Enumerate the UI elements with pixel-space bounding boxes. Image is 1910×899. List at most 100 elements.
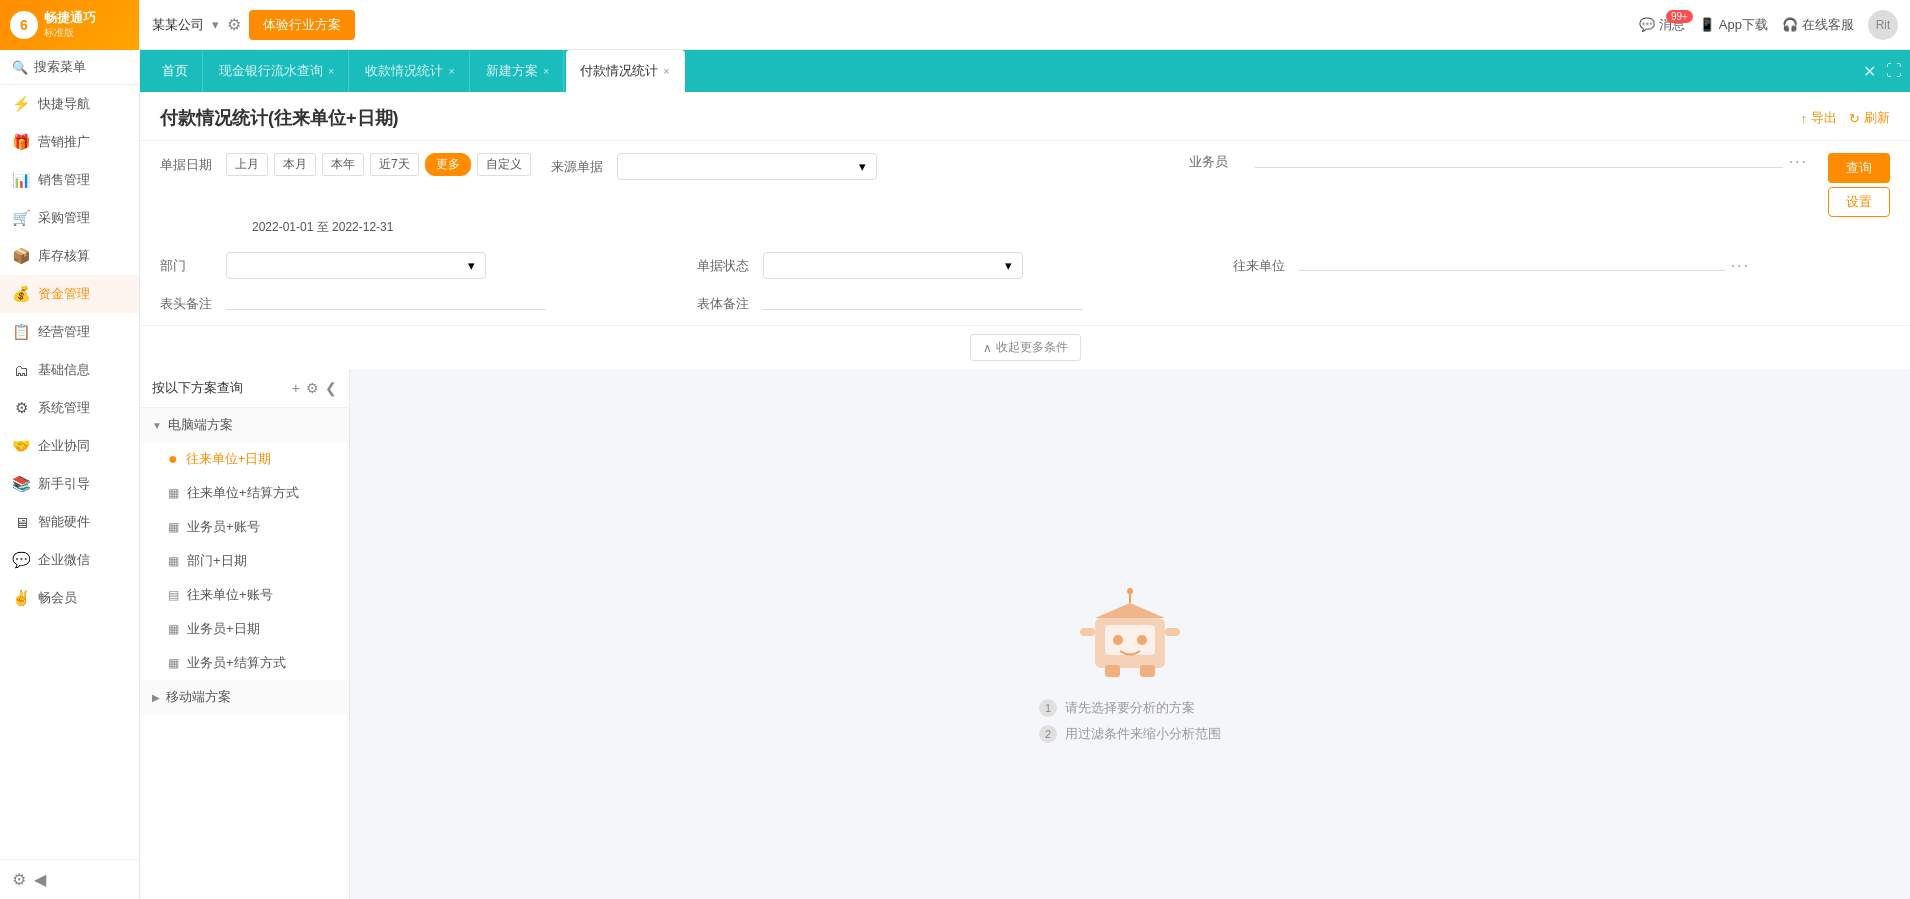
company-name: 某某公司 (152, 16, 204, 34)
refresh-btn[interactable]: ↻ 刷新 (1849, 109, 1890, 127)
scheme-item-icon-1: ▦ (168, 486, 179, 500)
scheme-item-4[interactable]: ▤ 往来单位+账号 (140, 578, 349, 612)
collapse-sidebar-icon[interactable]: ◀ (34, 870, 46, 889)
sidebar-item-system[interactable]: ⚙ 系统管理 (0, 389, 139, 427)
result-area: 1 请先选择要分析的方案 2 用过滤条件来缩小分析范围 (350, 369, 1910, 899)
logo-icon: 6 (10, 11, 38, 39)
system-icon: ⚙ (12, 399, 30, 417)
export-btn[interactable]: ↑ 导出 (1801, 109, 1838, 127)
salesman-more-icon[interactable]: ··· (1789, 153, 1808, 171)
scheme-item-5[interactable]: ▦ 业务员+日期 (140, 612, 349, 646)
sidebar-label-inventory: 库存核算 (38, 247, 90, 265)
svg-rect-10 (1140, 665, 1155, 677)
sidebar-search[interactable]: 🔍 搜索菜单 (0, 50, 139, 85)
tab-bank-flow-close[interactable]: × (328, 65, 334, 77)
scheme-item-6[interactable]: ▦ 业务员+结算方式 (140, 646, 349, 680)
company-dropdown-icon[interactable]: ▾ (212, 17, 219, 32)
sidebar-item-wechat[interactable]: 💬 企业微信 (0, 541, 139, 579)
tab-fullscreen-icon[interactable]: ⛶ (1886, 62, 1902, 81)
sidebar-item-operation[interactable]: 📋 经营管理 (0, 313, 139, 351)
sidebar-item-purchase[interactable]: 🛒 采购管理 (0, 199, 139, 237)
query-btn[interactable]: 查询 (1828, 153, 1890, 183)
tab-close-all-icon[interactable]: ✕ (1863, 62, 1876, 81)
scheme-item-1[interactable]: ▦ 往来单位+结算方式 (140, 476, 349, 510)
voucher-status-select[interactable]: ▾ (763, 252, 1023, 279)
date-btn-7days[interactable]: 近7天 (370, 153, 419, 176)
guide-icon: 📚 (12, 475, 30, 493)
trial-btn[interactable]: 体验行业方案 (249, 10, 355, 40)
date-btn-this-year[interactable]: 本年 (322, 153, 364, 176)
online-service-btn[interactable]: 🎧 在线客服 (1782, 16, 1854, 34)
sidebar-item-guide[interactable]: 📚 新手引导 (0, 465, 139, 503)
sidebar-label-system: 系统管理 (38, 399, 90, 417)
notification-icon: 💬 (1639, 17, 1655, 32)
sidebar-item-inventory[interactable]: 📦 库存核算 (0, 237, 139, 275)
source-select[interactable]: ▾ (617, 153, 877, 180)
tab-pay-stat[interactable]: 付款情况统计 × (566, 50, 684, 92)
settings-footer-icon[interactable]: ⚙ (12, 870, 26, 889)
collapse-conditions-btn[interactable]: ∧ 收起更多条件 (970, 334, 1081, 361)
service-icon: 🎧 (1782, 17, 1798, 32)
sidebar-footer: ⚙ ◀ (0, 859, 139, 899)
tab-pay-stat-close[interactable]: × (663, 65, 669, 77)
sidebar-item-basic[interactable]: 🗂 基础信息 (0, 351, 139, 389)
tab-home[interactable]: 首页 (148, 50, 203, 92)
mobile-scheme-group: ▶ 移动端方案 (140, 680, 349, 714)
empty-state: 1 请先选择要分析的方案 2 用过滤条件来缩小分析范围 (1039, 583, 1221, 743)
notifications-badge: 99+ (1666, 10, 1693, 23)
sidebar-label-vip: 畅会员 (38, 589, 77, 607)
tab-new-scheme-label: 新建方案 (486, 62, 538, 80)
wechat-icon: 💬 (12, 551, 30, 569)
pc-group-header[interactable]: ▼ 电脑端方案 (140, 408, 349, 442)
salesman-filter-label: 业务员 (1189, 153, 1249, 171)
date-btn-custom[interactable]: 自定义 (477, 153, 531, 176)
sidebar-item-hardware[interactable]: 🖥 智能硬件 (0, 503, 139, 541)
hardware-icon: 🖥 (12, 513, 30, 531)
scheme-item-label-2: 业务员+账号 (187, 518, 260, 536)
dept-select[interactable]: ▾ (226, 252, 486, 279)
page-header-actions: ↑ 导出 ↻ 刷新 (1801, 109, 1891, 127)
counterparty-more-icon[interactable]: ··· (1731, 257, 1750, 275)
tip-text-2: 用过滤条件来缩小分析范围 (1065, 725, 1221, 743)
date-btn-more[interactable]: 更多 (425, 153, 471, 176)
svg-point-4 (1137, 635, 1147, 645)
tab-payment-stat-label: 收款情况统计 (365, 62, 443, 80)
filter-settings-btn[interactable]: 设置 (1828, 187, 1890, 217)
app-download-btn[interactable]: 📱 App下载 (1699, 16, 1768, 34)
tab-payment-stat[interactable]: 收款情况统计 × (351, 50, 469, 92)
scheme-item-3[interactable]: ▦ 部门+日期 (140, 544, 349, 578)
date-btn-last-month[interactable]: 上月 (226, 153, 268, 176)
date-btn-this-month[interactable]: 本月 (274, 153, 316, 176)
tab-new-scheme[interactable]: 新建方案 × (472, 50, 564, 92)
date-range-display: 2022-01-01 至 2022-12-31 (252, 220, 393, 234)
sidebar-label-purchase: 采购管理 (38, 209, 90, 227)
scheme-item-0[interactable]: ● 往来单位+日期 (140, 442, 349, 476)
mobile-group-header[interactable]: ▶ 移动端方案 (140, 680, 349, 714)
scheme-item-2[interactable]: ▦ 业务员+账号 (140, 510, 349, 544)
pc-scheme-group: ▼ 电脑端方案 ● 往来单位+日期 ▦ 往来单位+结算方式 ▦ 业务员+账号 (140, 408, 349, 680)
sidebar-item-sales[interactable]: 📊 销售管理 (0, 161, 139, 199)
purchase-icon: 🛒 (12, 209, 30, 227)
sidebar-item-quick-nav[interactable]: ⚡ 快捷导航 (0, 85, 139, 123)
sidebar-label-hardware: 智能硬件 (38, 513, 90, 531)
tab-new-scheme-close[interactable]: × (543, 65, 549, 77)
tab-payment-stat-close[interactable]: × (448, 65, 454, 77)
user-avatar[interactable]: Rit (1868, 10, 1898, 40)
svg-rect-8 (1165, 628, 1180, 636)
scheme-collapse-icon[interactable]: ❮ (325, 380, 337, 396)
scheme-panel: 按以下方案查询 + ⚙ ❮ ▼ 电脑端方案 ● 往来单位+日期 (140, 369, 350, 899)
topbar-settings-icon[interactable]: ⚙ (227, 15, 241, 34)
tab-bank-flow[interactable]: 现金银行流水查询 × (205, 50, 349, 92)
notifications-btn[interactable]: 💬 消息 99+ (1639, 16, 1685, 34)
topbar: 某某公司 ▾ ⚙ 体验行业方案 💬 消息 99+ 📱 App下载 🎧 在线客服 … (140, 0, 1910, 50)
scheme-active-icon: ● (168, 450, 178, 468)
sidebar-item-collab[interactable]: 🤝 企业协同 (0, 427, 139, 465)
collapse-up-icon: ∧ (983, 341, 992, 355)
sidebar-item-vip[interactable]: ✌ 畅会员 (0, 579, 139, 617)
scheme-settings-icon[interactable]: ⚙ (306, 380, 319, 396)
add-scheme-icon[interactable]: + (292, 380, 300, 396)
vip-icon: ✌ (12, 589, 30, 607)
page-content: 付款情况统计(往来单位+日期) ↑ 导出 ↻ 刷新 单据日期 (140, 92, 1910, 899)
sidebar-item-finance[interactable]: 💰 资金管理 (0, 275, 139, 313)
sidebar-item-marketing[interactable]: 🎁 营销推广 (0, 123, 139, 161)
